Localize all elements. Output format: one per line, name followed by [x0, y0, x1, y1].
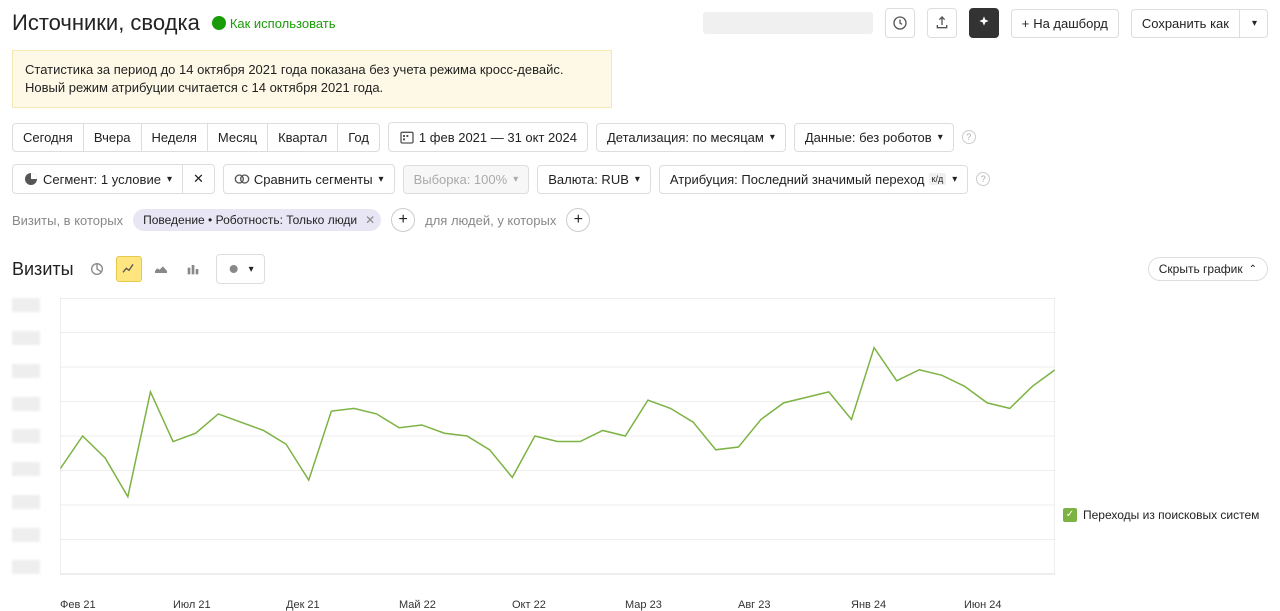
attribution-button[interactable]: Атрибуция: Последний значимый переход к/…: [659, 165, 968, 194]
ai-icon[interactable]: [969, 8, 999, 38]
compare-button[interactable]: Сравнить сегменты▾: [223, 164, 395, 194]
sampling-button: Выборка: 100%▾: [403, 165, 530, 194]
period-year[interactable]: Год: [337, 123, 380, 152]
legend-checkbox-icon[interactable]: ✓: [1063, 508, 1077, 522]
help-icon[interactable]: ?: [976, 172, 990, 186]
segment-button[interactable]: Сегмент: 1 условие▾: [12, 164, 183, 194]
period-today[interactable]: Сегодня: [12, 123, 84, 152]
period-group: Сегодня Вчера Неделя Месяц Квартал Год: [12, 123, 380, 152]
chart-canvas: [60, 298, 1055, 591]
chart-options-button[interactable]: ▾: [216, 254, 265, 284]
search-placeholder: [703, 12, 873, 34]
help-icon[interactable]: ?: [962, 130, 976, 144]
segment-chip[interactable]: Поведение • Роботность: Только люди✕: [133, 209, 381, 231]
add-visit-condition-button[interactable]: +: [391, 208, 415, 232]
line-chart-icon[interactable]: [116, 256, 142, 282]
segment-people-label: для людей, у которых: [425, 213, 556, 228]
notice-banner: Статистика за период до 14 октября 2021 …: [12, 50, 612, 108]
share-icon[interactable]: [927, 8, 957, 38]
legend-label: Переходы из поисковых систем: [1083, 508, 1259, 522]
page-title: Источники, сводка: [12, 10, 200, 36]
pie-chart-icon[interactable]: [84, 256, 110, 282]
y-axis: [12, 298, 52, 574]
period-week[interactable]: Неделя: [141, 123, 208, 152]
currency-button[interactable]: Валюта: RUB▾: [537, 165, 651, 194]
add-dashboard-button[interactable]: +На дашборд: [1011, 9, 1119, 38]
period-yesterday[interactable]: Вчера: [83, 123, 142, 152]
x-axis: Фев 21Июл 21Дек 21Май 22Окт 22Мар 23Авг …: [0, 599, 1280, 611]
period-month[interactable]: Месяц: [207, 123, 268, 152]
area-chart-icon[interactable]: [148, 256, 174, 282]
save-as-button[interactable]: Сохранить как: [1131, 9, 1240, 38]
data-mode-button[interactable]: Данные: без роботов▾: [794, 123, 954, 152]
segment-close-button[interactable]: ✕: [182, 164, 215, 194]
hide-chart-button[interactable]: Скрыть график⌃: [1148, 257, 1268, 281]
add-people-condition-button[interactable]: +: [566, 208, 590, 232]
save-as-dropdown[interactable]: ▾: [1239, 9, 1268, 38]
period-quarter[interactable]: Квартал: [267, 123, 338, 152]
bar-chart-icon[interactable]: [180, 256, 206, 282]
help-link[interactable]: Как использовать: [212, 16, 336, 31]
chart-title: Визиты: [12, 259, 74, 280]
date-range-button[interactable]: 1 фев 2021 — 31 окт 2024: [388, 122, 588, 152]
legend[interactable]: ✓ Переходы из поисковых систем: [1063, 298, 1259, 591]
clock-icon[interactable]: [885, 8, 915, 38]
detail-button[interactable]: Детализация: по месяцам▾: [596, 123, 786, 152]
chip-remove-icon[interactable]: ✕: [365, 213, 375, 227]
segment-visits-label: Визиты, в которых: [12, 213, 123, 228]
